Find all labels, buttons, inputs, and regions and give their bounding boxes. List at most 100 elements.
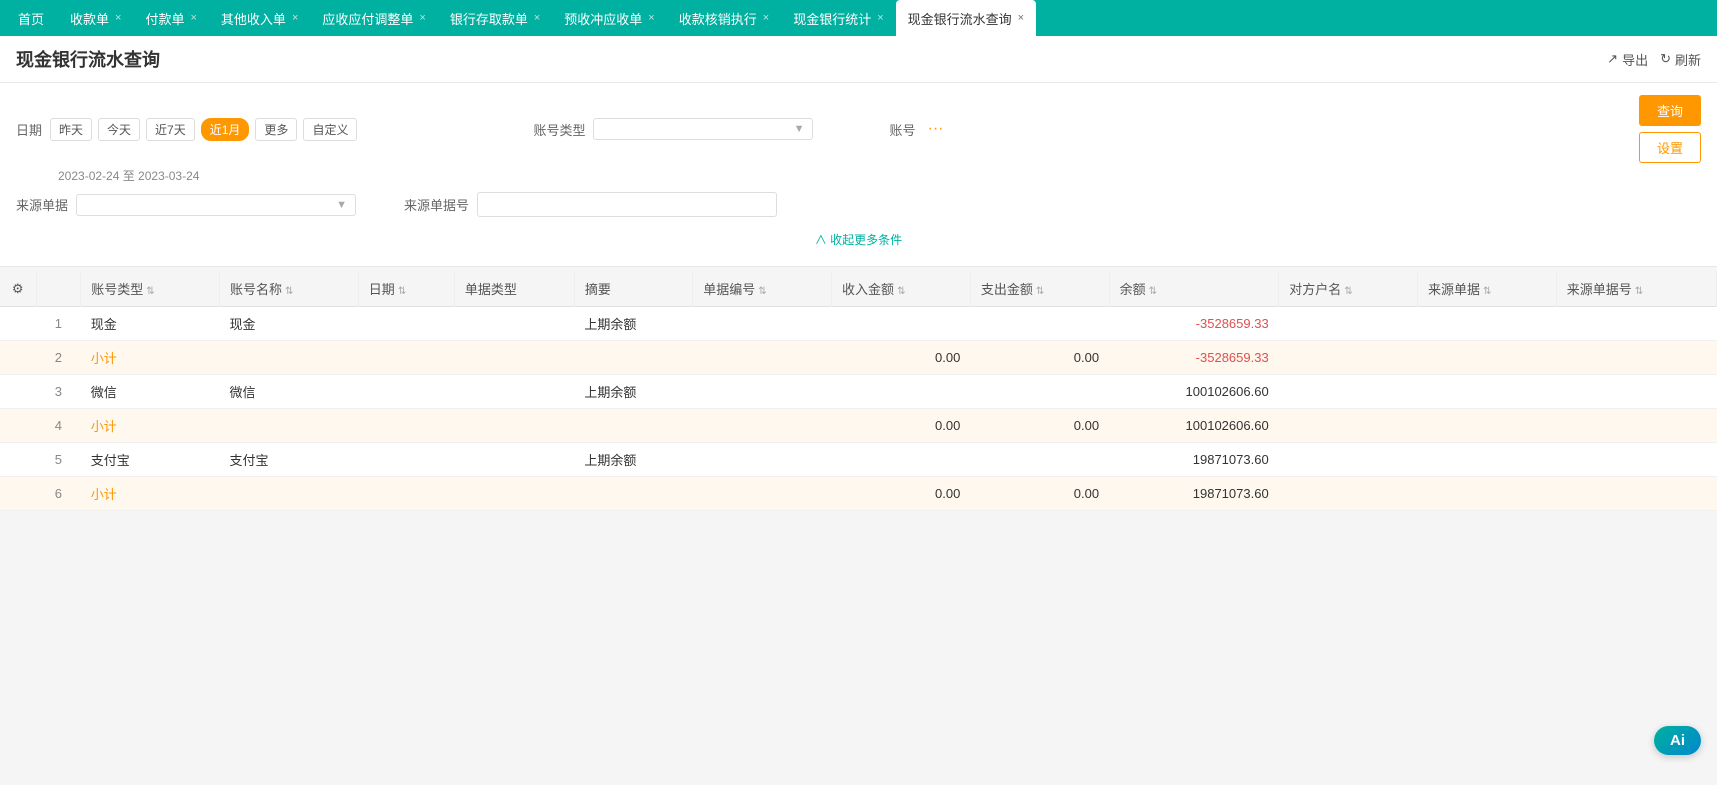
close-tab-icon[interactable]: × <box>1018 12 1024 24</box>
ai-badge-button[interactable]: Ai <box>1654 726 1701 755</box>
cell-income: 0.00 <box>832 409 971 443</box>
cell-source_doc_num <box>1556 307 1716 341</box>
cell-source_doc <box>1417 477 1556 511</box>
account-type-arrow-icon: ▼ <box>794 123 805 135</box>
source-doc-filter-group: 来源单据 ▼ <box>16 194 356 216</box>
account-type-label: 账号类型 <box>533 120 585 139</box>
cell-balance: 19871073.60 <box>1109 443 1279 477</box>
source-doc-num-input[interactable] <box>477 192 777 217</box>
col-header-income[interactable]: 收入金额⇅ <box>832 271 971 307</box>
cell-balance: 100102606.60 <box>1109 409 1279 443</box>
header-actions: ↗ 导出 ↻ 刷新 <box>1607 50 1701 69</box>
nav-tab-现金银行流水查询[interactable]: 现金银行流水查询× <box>896 0 1036 36</box>
col-header-doc_type: 单据类型 <box>454 271 574 307</box>
cell-counterpart <box>1279 477 1418 511</box>
query-button[interactable]: 查询 <box>1639 95 1701 126</box>
cell-source_doc_num <box>1556 477 1716 511</box>
cell-doc_number <box>693 443 832 477</box>
col-header-settings[interactable]: ⚙ <box>0 271 36 307</box>
cell-row_num: 3 <box>36 375 81 409</box>
date-option-昨天[interactable]: 昨天 <box>50 118 92 141</box>
close-tab-icon[interactable]: × <box>292 12 298 24</box>
table-row: 5支付宝支付宝上期余额19871073.60 <box>0 443 1717 477</box>
source-doc-num-label: 来源单据号 <box>404 195 469 214</box>
cell-account_name <box>220 477 359 511</box>
cell-date <box>358 477 454 511</box>
cell-balance: -3528659.33 <box>1109 341 1279 375</box>
col-header-balance[interactable]: 余额⇅ <box>1109 271 1279 307</box>
cell-source_doc_num <box>1556 409 1716 443</box>
collapse-bar[interactable]: ∧ 收起更多条件 <box>16 225 1701 254</box>
settings-button[interactable]: 设置 <box>1639 132 1701 163</box>
cell-settings <box>0 409 36 443</box>
account-label: 账号 <box>889 120 915 139</box>
source-doc-label: 来源单据 <box>16 195 68 214</box>
nav-tab-银行存取款单[interactable]: 银行存取款单× <box>438 0 552 36</box>
date-option-更多[interactable]: 更多 <box>255 118 297 141</box>
cell-counterpart <box>1279 341 1418 375</box>
source-doc-select[interactable]: ▼ <box>76 194 356 216</box>
cell-summary <box>574 477 692 511</box>
col-header-date[interactable]: 日期⇅ <box>358 271 454 307</box>
nav-tab-应收应付调整单[interactable]: 应收应付调整单× <box>310 0 437 36</box>
nav-tab-收款核销执行[interactable]: 收款核销执行× <box>667 0 781 36</box>
col-header-account_type[interactable]: 账号类型⇅ <box>81 271 220 307</box>
nav-tabs: 收款单×付款单×其他收入单×应收应付调整单×银行存取款单×预收冲应收单×收款核销… <box>58 0 1036 36</box>
date-option-近7天[interactable]: 近7天 <box>146 118 195 141</box>
cell-account_type: 微信 <box>81 375 220 409</box>
cell-counterpart <box>1279 409 1418 443</box>
close-tab-icon[interactable]: × <box>877 12 883 24</box>
close-tab-icon[interactable]: × <box>190 12 196 24</box>
cell-row_num: 1 <box>36 307 81 341</box>
date-option-自定义[interactable]: 自定义 <box>303 118 357 141</box>
col-header-source_doc_num[interactable]: 来源单据号⇅ <box>1556 271 1716 307</box>
cell-counterpart <box>1279 307 1418 341</box>
refresh-icon: ↻ <box>1660 51 1671 67</box>
nav-tab-预收冲应收单[interactable]: 预收冲应收单× <box>552 0 666 36</box>
col-header-counterpart[interactable]: 对方户名⇅ <box>1279 271 1418 307</box>
cell-income <box>832 443 971 477</box>
cell-account_name <box>220 341 359 375</box>
cell-balance: 100102606.60 <box>1109 375 1279 409</box>
account-type-select[interactable]: ▼ <box>593 118 813 140</box>
export-button[interactable]: ↗ 导出 <box>1607 50 1648 69</box>
cell-account_type: 小计 <box>81 341 220 375</box>
cell-settings <box>0 375 36 409</box>
close-tab-icon[interactable]: × <box>534 12 540 24</box>
cell-settings <box>0 307 36 341</box>
nav-tab-其他收入单[interactable]: 其他收入单× <box>209 0 310 36</box>
col-header-source_doc[interactable]: 来源单据⇅ <box>1417 271 1556 307</box>
date-option-今天[interactable]: 今天 <box>98 118 140 141</box>
cell-source_doc <box>1417 341 1556 375</box>
col-header-account_name[interactable]: 账号名称⇅ <box>220 271 359 307</box>
cell-settings <box>0 341 36 375</box>
close-tab-icon[interactable]: × <box>115 12 121 24</box>
cell-settings <box>0 443 36 477</box>
col-header-expense[interactable]: 支出金额⇅ <box>970 271 1109 307</box>
filter-area: 日期 昨天今天近7天近1月更多自定义 账号类型 ▼ 账号 ··· 查询 设置 2… <box>0 83 1717 267</box>
nav-tab-收款单[interactable]: 收款单× <box>58 0 133 36</box>
cell-income <box>832 307 971 341</box>
refresh-button[interactable]: ↻ 刷新 <box>1660 50 1701 69</box>
date-options: 昨天今天近7天近1月更多自定义 <box>50 118 357 141</box>
account-ellipsis-button[interactable]: ··· <box>923 120 947 138</box>
close-tab-icon[interactable]: × <box>419 12 425 24</box>
cell-account_name: 支付宝 <box>220 443 359 477</box>
cell-expense <box>970 307 1109 341</box>
close-tab-icon[interactable]: × <box>648 12 654 24</box>
filter-row-2: 来源单据 ▼ 来源单据号 <box>16 192 1701 217</box>
date-option-近1月[interactable]: 近1月 <box>201 118 250 141</box>
nav-tab-现金银行统计[interactable]: 现金银行统计× <box>781 0 895 36</box>
cell-source_doc_num <box>1556 375 1716 409</box>
close-tab-icon[interactable]: × <box>763 12 769 24</box>
nav-home[interactable]: 首页 <box>4 9 58 28</box>
cell-account_type: 支付宝 <box>81 443 220 477</box>
cell-date <box>358 341 454 375</box>
table-row: 4小计0.000.00100102606.60 <box>0 409 1717 443</box>
export-icon: ↗ <box>1607 51 1618 67</box>
col-header-row_num <box>36 271 81 307</box>
cell-account_name <box>220 409 359 443</box>
col-header-doc_number[interactable]: 单据编号⇅ <box>693 271 832 307</box>
source-doc-num-filter-group: 来源单据号 <box>404 192 777 217</box>
nav-tab-付款单[interactable]: 付款单× <box>133 0 208 36</box>
